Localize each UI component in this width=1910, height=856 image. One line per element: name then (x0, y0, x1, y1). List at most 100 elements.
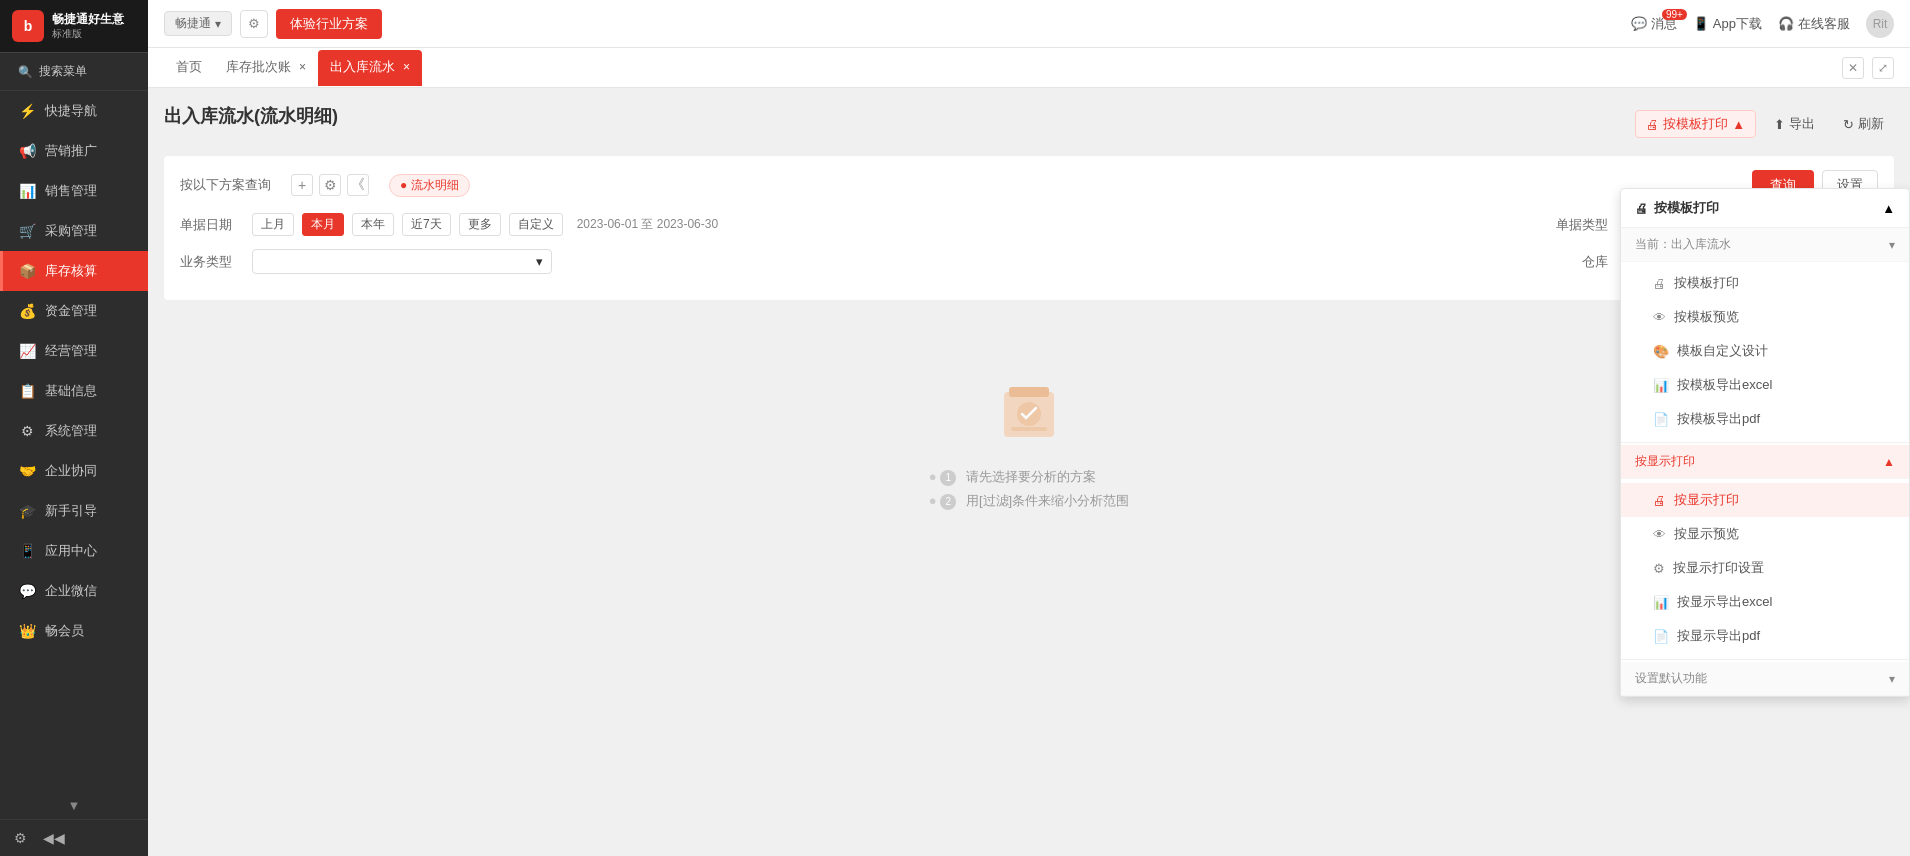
filter-tag-icon: ● (400, 178, 407, 192)
user-display[interactable]: 畅捷通 ▾ (164, 11, 232, 36)
dropdown-divider (1621, 442, 1909, 443)
guide-icon: 🎓 (17, 503, 37, 519)
refresh-icon: ↻ (1843, 117, 1854, 132)
sidebar-collapse-icon[interactable]: ◀◀ (43, 830, 65, 846)
printer-icon: 🖨 (1646, 117, 1659, 132)
tabs-right-actions: ✕ ⤢ (1842, 57, 1894, 79)
tab-batch-account[interactable]: 库存批次账 × (214, 50, 318, 86)
template-excel-item[interactable]: 📊 按模板导出excel (1621, 368, 1909, 402)
dropdown-divider-2 (1621, 659, 1909, 660)
tab-batch-account-close[interactable]: × (299, 60, 306, 74)
sidebar-item-operation[interactable]: 📈 经营管理 (0, 331, 148, 371)
export-button[interactable]: ⬆ 导出 (1764, 111, 1825, 137)
current-template-header[interactable]: 当前：出入库流水 ▾ (1621, 228, 1909, 262)
business-type-select[interactable]: ▾ (252, 249, 552, 274)
sidebar-search[interactable]: 🔍 搜索菜单 (0, 53, 148, 91)
messages-button[interactable]: 💬 消息 99+ (1631, 15, 1677, 33)
sidebar-item-guide[interactable]: 🎓 新手引导 (0, 491, 148, 531)
display-print-item[interactable]: 🖨 按显示打印 (1621, 483, 1909, 517)
tab-home[interactable]: 首页 (164, 50, 214, 86)
cooperation-icon: 🤝 (17, 463, 37, 479)
sidebar-settings-icon[interactable]: ⚙ (14, 830, 27, 846)
printer-icon-dropdown: 🖨 (1635, 201, 1648, 216)
sidebar-item-basic-info[interactable]: 📋 基础信息 (0, 371, 148, 411)
date-prev-month[interactable]: 上月 (252, 213, 294, 236)
inventory-icon: 📦 (17, 263, 37, 279)
filter-title-label: 按以下方案查询 (180, 176, 271, 194)
sidebar-item-finance[interactable]: 💰 资金管理 (0, 291, 148, 331)
sidebar-item-sales[interactable]: 📊 销售管理 (0, 171, 148, 211)
filter-collapse-button[interactable]: 《 (347, 174, 369, 196)
date-current-month[interactable]: 本月 (302, 213, 344, 236)
content-area: 出入库流水(流水明细) 🖨 按模板打印 ▲ ⬆ 导出 ↻ 刷新 (148, 88, 1910, 856)
display-print-settings-item[interactable]: ⚙ 按显示打印设置 (1621, 551, 1909, 585)
tabs-bar: 首页 库存批次账 × 出入库流水 × ✕ ⤢ (148, 48, 1910, 88)
search-icon: 🔍 (18, 65, 33, 79)
display-pdf-icon: 📄 (1653, 629, 1669, 644)
sidebar-item-vip[interactable]: 👑 畅会员 (0, 611, 148, 651)
sidebar-item-wechat[interactable]: 💬 企业微信 (0, 571, 148, 611)
date-last-7-days[interactable]: 近7天 (402, 213, 451, 236)
display-preview-item[interactable]: 👁 按显示预览 (1621, 517, 1909, 551)
svg-rect-1 (1009, 387, 1049, 397)
sidebar-scroll-down[interactable]: ▼ (0, 792, 148, 819)
template-print-item[interactable]: 🖨 按模板打印 (1621, 266, 1909, 300)
default-function-header[interactable]: 设置默认功能 ▾ (1621, 662, 1909, 696)
hint-item-1: 1 请先选择要分析的方案 (929, 468, 1129, 486)
date-more[interactable]: 更多 (459, 213, 501, 236)
display-section-header[interactable]: 按显示打印 ▲ (1621, 445, 1909, 479)
refresh-button[interactable]: ↻ 刷新 (1833, 111, 1894, 137)
sidebar-item-cooperation[interactable]: 🤝 企业协同 (0, 451, 148, 491)
app-download-button[interactable]: 📱 App下载 (1693, 15, 1762, 33)
display-preview-icon: 👁 (1653, 527, 1666, 542)
export-icon: ⬆ (1774, 117, 1785, 132)
operation-icon: 📈 (17, 343, 37, 359)
sidebar: b 畅捷通好生意 标准版 🔍 搜索菜单 ⚡ 快捷导航 📢 营销推广 📊 销售管理… (0, 0, 148, 856)
template-custom-item[interactable]: 🎨 模板自定义设计 (1621, 334, 1909, 368)
hint-item-2: 2 用[过滤]条件来缩小分析范围 (929, 492, 1129, 510)
date-current-year[interactable]: 本年 (352, 213, 394, 236)
quick-nav-icon: ⚡ (17, 103, 37, 119)
sidebar-item-quick-nav[interactable]: ⚡ 快捷导航 (0, 91, 148, 131)
online-service-button[interactable]: 🎧 在线客服 (1778, 15, 1850, 33)
template-pdf-icon: 📄 (1653, 412, 1669, 427)
filter-add-button[interactable]: + (291, 174, 313, 196)
display-pdf-item[interactable]: 📄 按显示导出pdf (1621, 619, 1909, 653)
purchase-icon: 🛒 (17, 223, 37, 239)
headset-icon: 🎧 (1778, 16, 1794, 31)
sidebar-item-marketing[interactable]: 📢 营销推广 (0, 131, 148, 171)
wechat-icon: 💬 (17, 583, 37, 599)
active-filter-tag[interactable]: ● 流水明细 (389, 174, 470, 197)
template-excel-icon: 📊 (1653, 378, 1669, 393)
page-title: 出入库流水(流水明细) (164, 104, 338, 128)
topbar-gear-button[interactable]: ⚙ (240, 10, 268, 38)
avatar: Rit (1866, 10, 1894, 38)
business-type-chevron: ▾ (536, 254, 543, 269)
display-print-icon: 🖨 (1653, 493, 1666, 508)
display-excel-item[interactable]: 📊 按显示导出excel (1621, 585, 1909, 619)
user-avatar-button[interactable]: Rit (1866, 10, 1894, 38)
empty-hints: 1 请先选择要分析的方案 2 用[过滤]条件来缩小分析范围 (929, 468, 1129, 516)
tab-flow-detail-close[interactable]: × (403, 60, 410, 74)
topbar-left: 畅捷通 ▾ ⚙ 体验行业方案 (164, 9, 1631, 39)
template-pdf-item[interactable]: 📄 按模板导出pdf (1621, 402, 1909, 436)
sales-icon: 📊 (17, 183, 37, 199)
tab-maximize-button[interactable]: ⤢ (1872, 57, 1894, 79)
filter-settings-button[interactable]: ⚙ (319, 174, 341, 196)
industry-solution-button[interactable]: 体验行业方案 (276, 9, 382, 39)
template-preview-item[interactable]: 👁 按模板预览 (1621, 300, 1909, 334)
sidebar-item-purchase[interactable]: 🛒 采购管理 (0, 211, 148, 251)
sidebar-item-system[interactable]: ⚙ 系统管理 (0, 411, 148, 451)
display-chevron-up: ▲ (1883, 455, 1895, 469)
sidebar-item-app-center[interactable]: 📱 应用中心 (0, 531, 148, 571)
print-template-button[interactable]: 🖨 按模板打印 ▲ (1635, 110, 1756, 138)
dropdown-header[interactable]: 🖨 按模板打印 ▲ (1621, 189, 1909, 228)
date-custom[interactable]: 自定义 (509, 213, 563, 236)
dropdown-chevron-icon: ▾ (215, 17, 221, 31)
tab-close-all-button[interactable]: ✕ (1842, 57, 1864, 79)
sidebar-item-inventory[interactable]: 📦 库存核算 (0, 251, 148, 291)
template-section: 🖨 按模板打印 👁 按模板预览 🎨 模板自定义设计 📊 按模板导出excel 📄 (1621, 262, 1909, 440)
tab-flow-detail[interactable]: 出入库流水 × (318, 50, 422, 86)
doc-type-label: 单据类型 (1556, 216, 1608, 234)
main-content: 畅捷通 ▾ ⚙ 体验行业方案 💬 消息 99+ 📱 App下载 🎧 在线客服 (148, 0, 1910, 856)
